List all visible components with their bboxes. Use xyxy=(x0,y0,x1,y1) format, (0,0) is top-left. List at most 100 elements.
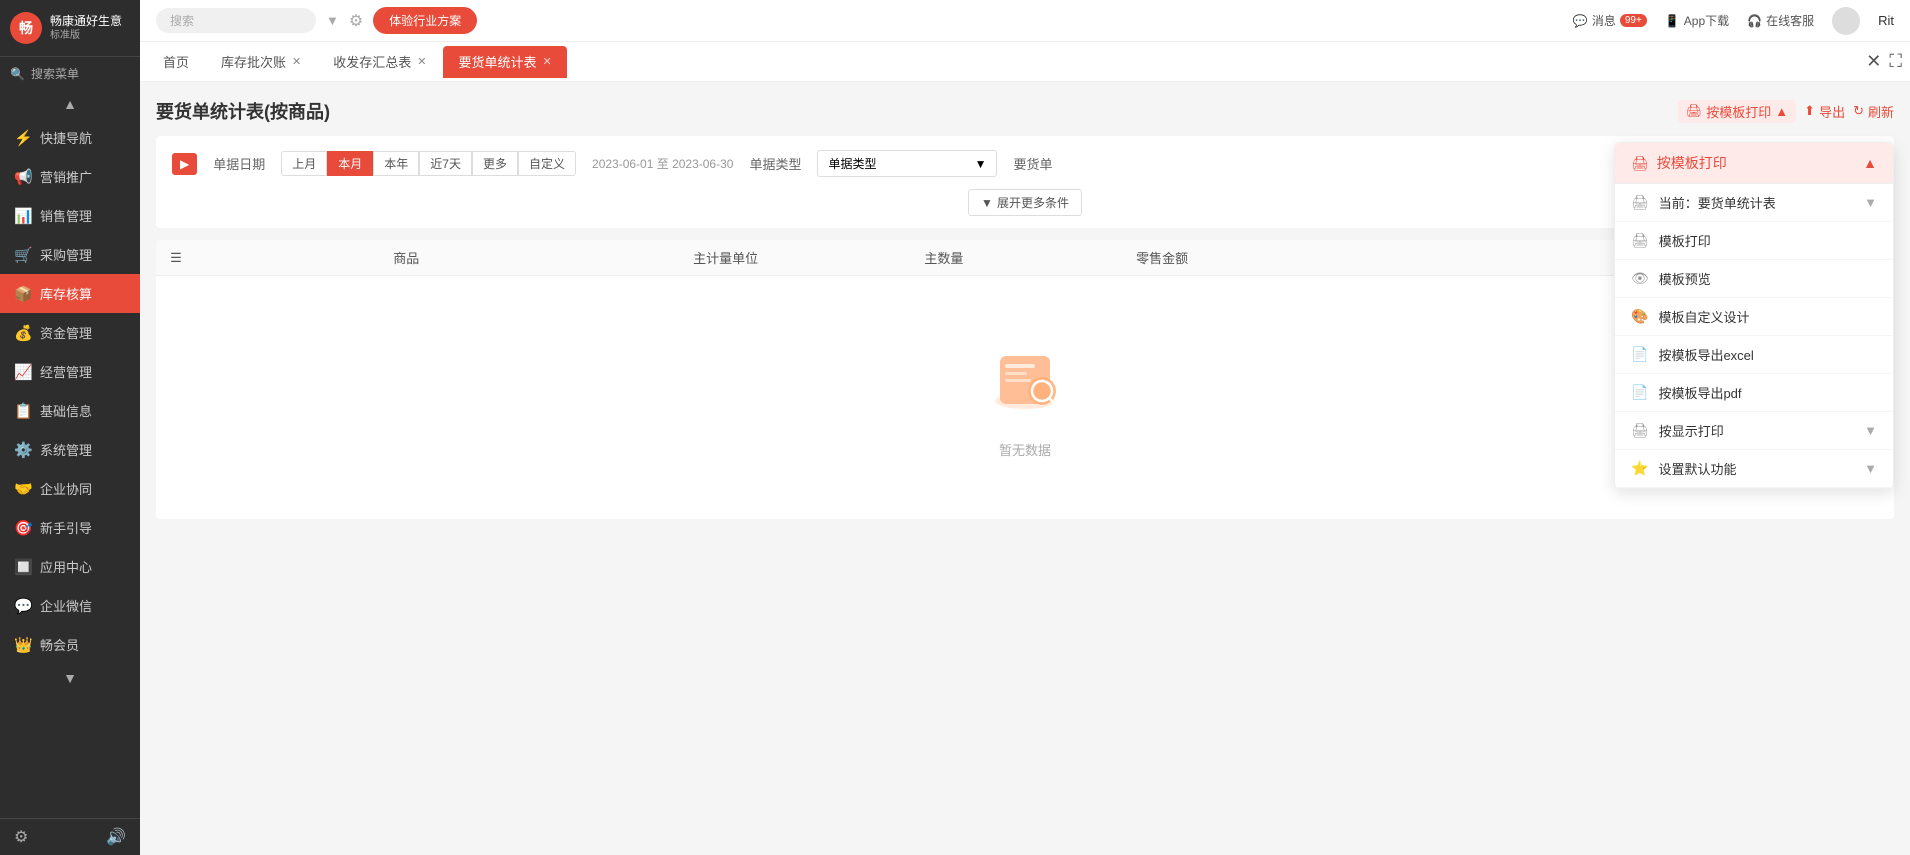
sales-icon: 📊 xyxy=(14,207,32,225)
dropdown-close-btn[interactable]: ▲ xyxy=(1863,155,1877,171)
order-type-select[interactable]: 单据类型 ▼ xyxy=(817,150,997,177)
date-btn-last-month[interactable]: 上月 xyxy=(281,151,327,176)
sidebar-item-quick-nav[interactable]: ⚡ 快捷导航 xyxy=(0,118,140,157)
headset-icon: 🎧 xyxy=(1747,14,1762,28)
date-btn-this-year[interactable]: 本年 xyxy=(373,151,419,176)
page-title: 要货单统计表(按商品) xyxy=(156,98,330,124)
sidebar-item-label: 企业微信 xyxy=(40,596,92,615)
sidebar-item-label: 应用中心 xyxy=(40,557,92,576)
notification-badge: 99+ xyxy=(1620,14,1647,27)
tab-order-stats[interactable]: 要货单统计表 ✕ xyxy=(443,46,566,78)
sidebar-item-wechat[interactable]: 💬 企业微信 xyxy=(0,586,140,625)
tab-receipt-summary[interactable]: 收发存汇总表 ✕ xyxy=(318,46,441,78)
dropdown-item-template-design[interactable]: 🎨 模板自定义设计 xyxy=(1615,298,1893,336)
app-icon: 🔲 xyxy=(14,558,32,576)
default-func-label: 设置默认功能 xyxy=(1658,459,1736,478)
sidebar-item-label: 快捷导航 xyxy=(40,128,92,147)
promo-button[interactable]: 体验行业方案 xyxy=(373,7,477,34)
dropdown-arrow-icon[interactable]: ▼ xyxy=(326,13,339,28)
sidebar-logo: 畅 畅康通好生意 标准版 xyxy=(0,0,140,57)
dropdown-current-item[interactable]: 🖨 当前：要货单统计表 ▼ xyxy=(1615,184,1893,222)
date-toggle: 上月 本月 本年 近7天 更多 自定义 xyxy=(281,151,576,176)
default-func-icon: ⭐ xyxy=(1631,460,1648,477)
refresh-btn[interactable]: ↻ 刷新 xyxy=(1853,102,1894,121)
user-avatar[interactable] xyxy=(1832,7,1860,35)
online-service-btn[interactable]: 🎧 在线客服 xyxy=(1747,12,1814,29)
print-template-btn[interactable]: 🖨 按模板打印 ▲ xyxy=(1678,100,1796,123)
sidebar-item-basic[interactable]: 📋 基础信息 xyxy=(0,391,140,430)
sidebar-item-purchase[interactable]: 🛒 采购管理 xyxy=(0,235,140,274)
settings-icon[interactable]: ⚙ xyxy=(14,827,28,847)
scroll-down-btn[interactable]: ▼ xyxy=(0,664,140,692)
sidebar-item-label: 畅会员 xyxy=(40,635,79,654)
col-check[interactable]: ☰ xyxy=(156,250,196,266)
close-tab-batch-account[interactable]: ✕ xyxy=(292,55,301,68)
export-excel-label: 按模板导出excel xyxy=(1658,345,1753,364)
app-download-label: App下载 xyxy=(1684,12,1729,29)
tab-maximize-btn[interactable]: ⛶ xyxy=(1889,51,1902,72)
sidebar-search[interactable]: 🔍 搜索菜单 xyxy=(0,57,140,90)
sidebar-item-system[interactable]: ⚙️ 系统管理 xyxy=(0,430,140,469)
tab-batch-account[interactable]: 库存批次账 ✕ xyxy=(206,46,316,78)
tab-home[interactable]: 首页 xyxy=(148,46,204,78)
date-btn-this-month[interactable]: 本月 xyxy=(327,151,373,176)
sidebar-item-label: 经营管理 xyxy=(40,362,92,381)
collab-icon: 🤝 xyxy=(14,480,32,498)
sidebar-bottom: ⚙ 🔊 xyxy=(0,818,140,855)
dropdown-group-display-print[interactable]: 🖨 按显示打印 ▼ xyxy=(1615,412,1893,450)
date-btn-7days[interactable]: 近7天 xyxy=(419,151,472,176)
dropdown-item-export-pdf[interactable]: 📄 按模板导出pdf xyxy=(1615,374,1893,412)
sidebar-item-label: 库存核算 xyxy=(40,284,92,303)
sidebar-item-inventory[interactable]: 📦 库存核算 xyxy=(0,274,140,313)
tab-receipt-summary-label: 收发存汇总表 xyxy=(333,52,411,71)
template-preview-icon: 👁 xyxy=(1631,270,1649,287)
app-download-btn[interactable]: 📱 App下载 xyxy=(1665,12,1729,29)
operation-icon: 📈 xyxy=(14,363,32,381)
scroll-up-btn[interactable]: ▲ xyxy=(0,90,140,118)
sidebar-item-label: 采购管理 xyxy=(40,245,92,264)
sidebar-item-finance[interactable]: 💰 资金管理 xyxy=(0,313,140,352)
empty-text: 暂无数据 xyxy=(999,440,1051,459)
notifications-btn[interactable]: 💬 消息 99+ xyxy=(1573,12,1647,29)
tab-close-all-btn[interactable]: ✕ xyxy=(1866,51,1881,72)
display-print-label: 按显示打印 xyxy=(1659,421,1724,440)
sidebar-item-marketing[interactable]: 📢 营销推广 xyxy=(0,157,140,196)
current-template-label: 当前：要货单统计表 xyxy=(1659,193,1776,212)
template-design-label: 模板自定义设计 xyxy=(1658,307,1749,326)
settings-gear-icon[interactable]: ⚙ xyxy=(349,11,363,31)
dropdown-item-template-preview[interactable]: 👁 模板预览 xyxy=(1615,260,1893,298)
dropdown-item-template-print[interactable]: 🖨 模板打印 xyxy=(1615,222,1893,260)
topbar-search[interactable]: 搜索 xyxy=(156,8,316,33)
marketing-icon: 📢 xyxy=(14,168,32,186)
quick-nav-icon: ⚡ xyxy=(14,129,32,147)
export-btn[interactable]: ⬆ 导出 xyxy=(1804,102,1845,121)
sidebar-item-operation[interactable]: 📈 经营管理 xyxy=(0,352,140,391)
sidebar-item-sales[interactable]: 📊 销售管理 xyxy=(0,196,140,235)
dropdown-group-default-func[interactable]: ⭐ 设置默认功能 ▼ xyxy=(1615,450,1893,488)
sidebar-item-collab[interactable]: 🤝 企业协同 xyxy=(0,469,140,508)
export-excel-icon: 📄 xyxy=(1631,346,1648,363)
dropdown-title: 按模板打印 xyxy=(1657,153,1727,173)
app-tag: 标准版 xyxy=(50,29,122,42)
expand-more-conditions-btn[interactable]: ▼ 展开更多条件 xyxy=(968,189,1082,216)
export-pdf-label: 按模板导出pdf xyxy=(1658,383,1741,402)
date-filter-label: 单据日期 xyxy=(213,154,265,173)
sidebar-item-member[interactable]: 👑 畅会员 xyxy=(0,625,140,664)
dropdown-item-export-excel[interactable]: 📄 按模板导出excel xyxy=(1615,336,1893,374)
sidebar-item-label: 资金管理 xyxy=(40,323,92,342)
print-template-label: 按模板打印 xyxy=(1706,102,1771,121)
date-btn-custom[interactable]: 自定义 xyxy=(518,151,576,176)
order-type-label: 单据类型 xyxy=(749,154,801,173)
close-tab-receipt-summary[interactable]: ✕ xyxy=(417,55,426,68)
sound-icon[interactable]: 🔊 xyxy=(106,827,126,847)
refresh-icon: ↻ xyxy=(1853,103,1864,119)
date-btn-more[interactable]: 更多 xyxy=(472,151,518,176)
sidebar-item-guide[interactable]: 🎯 新手引导 xyxy=(0,508,140,547)
sidebar-item-app[interactable]: 🔲 应用中心 xyxy=(0,547,140,586)
filter-expand-arrow[interactable]: ▶ xyxy=(172,153,197,175)
close-tab-order-stats[interactable]: ✕ xyxy=(543,55,552,68)
sidebar-item-label: 基础信息 xyxy=(40,401,92,420)
chevron-up-icon: ▲ xyxy=(1775,104,1788,119)
basic-icon: 📋 xyxy=(14,402,32,420)
tab-order-stats-label: 要货单统计表 xyxy=(458,52,536,71)
